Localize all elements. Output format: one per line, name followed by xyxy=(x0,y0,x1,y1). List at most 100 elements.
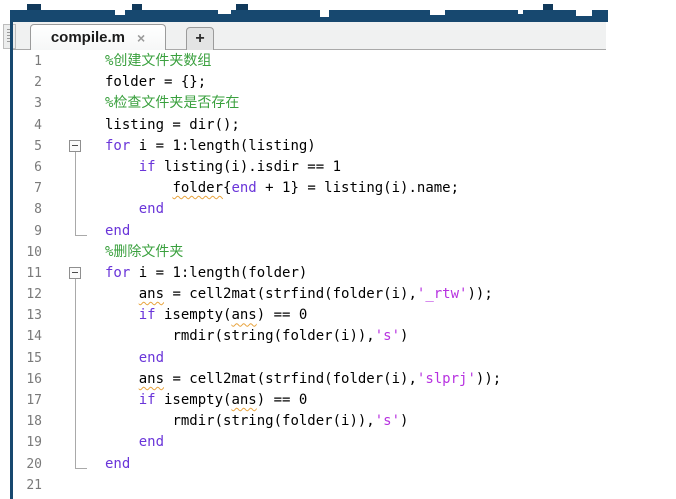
code-text: for i = 1:length(folder) xyxy=(105,263,307,284)
code-line[interactable]: 16 ans = cell2mat(strfind(folder(i),'slp… xyxy=(13,368,676,390)
line-number[interactable]: 5 xyxy=(13,136,42,157)
line-number[interactable]: 10 xyxy=(13,242,42,263)
line-number[interactable]: 17 xyxy=(13,390,42,411)
code-line[interactable]: 2 folder = {}; xyxy=(13,72,676,93)
fold-column xyxy=(42,390,105,412)
code-line[interactable]: 21 xyxy=(13,475,676,496)
toolbar-fragment-stub xyxy=(132,4,142,10)
code-line[interactable]: 12 ans = cell2mat(strfind(folder(i),'_rt… xyxy=(13,284,676,306)
fold-collapse-icon[interactable] xyxy=(69,266,81,279)
code-token-warn: ans xyxy=(231,392,257,408)
line-number[interactable]: 11 xyxy=(13,263,42,284)
line-number[interactable]: 2 xyxy=(13,72,42,93)
line-number[interactable]: 3 xyxy=(13,93,42,114)
fold-rail xyxy=(75,178,76,200)
code-text: ans = cell2mat(strfind(folder(i),'_rtw')… xyxy=(105,284,493,305)
code-line[interactable]: 14 rmdir(string(folder(i)),'s') xyxy=(13,326,676,348)
code-line[interactable]: 7 folder{end + 1} = listing(i).name; xyxy=(13,178,676,200)
code-token-keyword: if xyxy=(138,307,156,324)
code-token-plain: isempty( xyxy=(155,307,232,324)
code-token-plain: listing(i).isdir == 1 xyxy=(155,158,342,175)
code-lines: 1 %创建文件夹数组 2 folder = {}; 3 %检查文件夹是否存在 4 listin… xyxy=(13,51,676,496)
code-token-plain: )); xyxy=(467,286,493,303)
code-editor[interactable]: 1 %创建文件夹数组 2 folder = {}; 3 %检查文件夹是否存在 4 listin… xyxy=(13,51,676,499)
fold-column xyxy=(42,347,105,369)
line-number[interactable]: 21 xyxy=(13,475,42,496)
fold-column xyxy=(42,368,105,390)
code-line[interactable]: 20 end xyxy=(13,453,676,475)
fold-column xyxy=(42,263,105,285)
code-token-plain: ) == 0 xyxy=(256,307,308,324)
code-text: if isempty(ans) == 0 xyxy=(105,390,308,411)
code-line[interactable]: 19 end xyxy=(13,432,676,454)
code-line[interactable]: 9 end xyxy=(13,220,676,242)
line-number[interactable]: 9 xyxy=(13,221,42,242)
code-text: folder = {}; xyxy=(105,72,206,93)
fold-rail xyxy=(75,326,76,348)
line-number[interactable]: 19 xyxy=(13,432,42,453)
code-token-comment: %检查文件夹是否存在 xyxy=(105,95,240,112)
line-number[interactable]: 12 xyxy=(13,284,42,305)
code-line[interactable]: 6 if listing(i).isdir == 1 xyxy=(13,156,676,179)
toolbar-fragment-notch xyxy=(115,10,125,15)
line-number[interactable]: 8 xyxy=(13,199,42,220)
code-text: end xyxy=(105,454,130,475)
tab-compile-m[interactable]: compile.m × xyxy=(30,24,166,50)
line-number[interactable]: 6 xyxy=(13,157,42,178)
fold-rail-end xyxy=(75,220,87,236)
code-token-keyword: if xyxy=(138,392,156,408)
code-line[interactable]: 18 rmdir(string(folder(i)),'s') xyxy=(13,411,676,433)
code-line[interactable]: 11 for i = 1:length(folder) xyxy=(13,263,676,285)
line-number[interactable]: 1 xyxy=(13,51,42,72)
line-number[interactable]: 16 xyxy=(13,369,42,390)
code-token-keyword: end xyxy=(138,349,165,366)
line-number[interactable]: 4 xyxy=(13,115,42,136)
code-line[interactable]: 13 if isempty(ans) == 0 xyxy=(13,305,676,327)
code-line[interactable]: 17 if isempty(ans) == 0 xyxy=(13,390,676,412)
code-line[interactable]: 15 end xyxy=(13,347,676,369)
line-number[interactable]: 14 xyxy=(13,326,42,347)
code-token-keyword: for xyxy=(105,137,131,154)
fold-column xyxy=(42,93,105,114)
code-text: %检查文件夹是否存在 xyxy=(105,93,239,114)
fold-column xyxy=(42,115,105,136)
code-line[interactable]: 8 end xyxy=(13,199,676,221)
fold-rail-end xyxy=(75,453,87,469)
fold-rail xyxy=(75,368,76,390)
code-line[interactable]: 3 %检查文件夹是否存在 xyxy=(13,93,676,114)
code-line[interactable]: 4 listing = dir(); xyxy=(13,115,676,136)
code-token-comment: %创建文件夹数组 xyxy=(105,53,212,69)
fold-column xyxy=(42,432,105,454)
fold-column xyxy=(42,326,105,348)
tab-close-icon[interactable]: × xyxy=(137,31,145,45)
code-token-plain: folder = {}; xyxy=(105,74,207,91)
toolbar-fragment-stub xyxy=(236,4,248,10)
fold-column xyxy=(42,156,105,179)
code-token-string: '_rtw' xyxy=(416,286,468,303)
code-token-plain: rmdir(string(folder(i)), xyxy=(172,328,375,345)
code-token-keyword: end xyxy=(105,222,131,239)
code-token-plain: i = 1:length(folder) xyxy=(130,264,308,281)
fold-column xyxy=(42,178,105,200)
line-number[interactable]: 7 xyxy=(13,178,42,199)
code-token-plain: = cell2mat(strfind(folder(i), xyxy=(164,370,417,387)
code-text: end xyxy=(105,348,164,369)
fold-rail xyxy=(75,347,76,369)
line-number[interactable]: 13 xyxy=(13,305,42,326)
tab-label: compile.m xyxy=(50,29,125,46)
code-token-keyword: if xyxy=(138,158,156,175)
code-line[interactable]: 10 %删除文件夹 xyxy=(13,242,676,263)
line-number[interactable]: 20 xyxy=(13,454,42,475)
line-number[interactable]: 15 xyxy=(13,348,42,369)
fold-collapse-icon[interactable] xyxy=(69,139,81,152)
code-line[interactable]: 1 %创建文件夹数组 xyxy=(13,51,676,72)
new-tab-button[interactable]: + xyxy=(186,27,214,50)
code-line[interactable]: 5 for i = 1:length(listing) xyxy=(13,136,676,157)
code-token-keyword: end xyxy=(105,455,131,472)
fold-column xyxy=(42,242,105,263)
line-number[interactable]: 18 xyxy=(13,411,42,432)
fold-rail xyxy=(75,284,76,306)
code-token-plain: listing = dir(); xyxy=(105,116,240,133)
fold-column xyxy=(42,220,105,242)
code-token-plain: + 1} = listing(i).name; xyxy=(256,180,460,197)
